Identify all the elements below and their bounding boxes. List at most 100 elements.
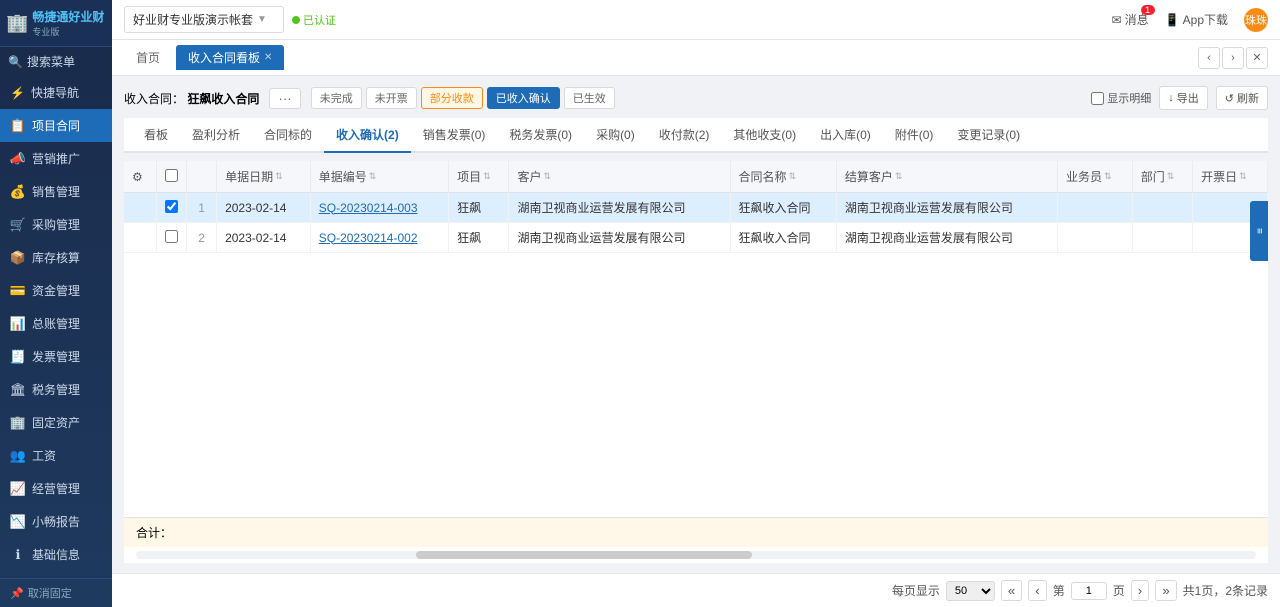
- logo-sub-text: 专业版: [32, 25, 104, 38]
- sort-project-icon[interactable]: ⇅: [483, 171, 491, 182]
- status-partial-button[interactable]: 部分收款: [421, 87, 483, 109]
- sidebar-bottom[interactable]: 📌 取消固定: [0, 578, 112, 607]
- table-row[interactable]: 22023-02-14SQ-20230214-002狂飙湖南卫视商业运营发展有限…: [124, 223, 1268, 253]
- th-project[interactable]: 项目⇅: [449, 161, 509, 193]
- sidebar-item-fixed-assets[interactable]: 🏢 固定资产: [0, 406, 112, 439]
- status-buttons: 未完成未开票部分收款已收入确认已生效: [311, 87, 615, 109]
- first-page-button[interactable]: «: [1001, 580, 1022, 601]
- col-dept-label: 部门: [1141, 168, 1165, 185]
- message-button[interactable]: ✉ 1 消息: [1112, 11, 1149, 28]
- sidebar-item-marketing[interactable]: 📣 营销推广: [0, 142, 112, 175]
- select-all-checkbox[interactable]: [165, 169, 178, 182]
- show-detail-check[interactable]: 显示明细: [1091, 90, 1151, 106]
- company-select[interactable]: 好业财专业版演示帐套 ▼: [124, 6, 284, 33]
- col-date-label: 单据日期: [225, 168, 273, 185]
- sidebar-item-labor[interactable]: 👥 工资: [0, 439, 112, 472]
- inventory-label: 库存核算: [32, 249, 80, 266]
- sidebar-item-general[interactable]: 📊 总账管理: [0, 307, 112, 340]
- th-dept[interactable]: 部门⇅: [1132, 161, 1192, 193]
- sub-tab-income-confirm[interactable]: 收入确认(2): [324, 118, 411, 153]
- right-float-button[interactable]: ≡: [1250, 201, 1268, 261]
- export-button[interactable]: ↓ 导出: [1159, 86, 1208, 110]
- sidebar-item-tax[interactable]: 🏛 税务管理: [0, 373, 112, 406]
- th-open_date[interactable]: 开票日⇅: [1193, 161, 1268, 193]
- sort-customer-icon[interactable]: ⇅: [543, 171, 551, 182]
- status-uninvoiced-button[interactable]: 未开票: [366, 87, 417, 109]
- row-customer: 湖南卫视商业运营发展有限公司: [517, 231, 685, 245]
- sidebar-item-operations[interactable]: 📈 经营管理: [0, 472, 112, 505]
- tab-home[interactable]: 首页: [124, 45, 172, 70]
- more-button[interactable]: ···: [269, 88, 300, 109]
- app-download-button[interactable]: 📱 App下载: [1165, 11, 1228, 28]
- show-detail-checkbox[interactable]: [1091, 92, 1104, 105]
- status-effective-button[interactable]: 已生效: [564, 87, 615, 109]
- last-page-button[interactable]: »: [1155, 580, 1176, 601]
- sort-date-icon[interactable]: ⇅: [275, 171, 283, 182]
- th-contract_name[interactable]: 合同名称⇅: [730, 161, 836, 193]
- next-page-button[interactable]: ›: [1131, 580, 1149, 601]
- sort-settle_customer-icon[interactable]: ⇅: [895, 171, 903, 182]
- logo-main-text: 畅捷通好业财: [32, 8, 104, 25]
- row-checkbox[interactable]: [165, 230, 178, 243]
- nav-next-button[interactable]: ›: [1222, 47, 1244, 69]
- contract-header: 收入合同： 狂飙收入合同 ··· 未完成未开票部分收款已收入确认已生效 显示明细…: [124, 86, 1268, 110]
- sidebar-search[interactable]: 🔍 搜索菜单: [0, 47, 112, 76]
- nav-prev-button[interactable]: ‹: [1198, 47, 1220, 69]
- per-page-select[interactable]: 50 100 200: [946, 581, 995, 601]
- tab-income-contract[interactable]: 收入合同看板 ✕: [176, 45, 284, 70]
- sidebar-item-basic-info[interactable]: ℹ 基础信息: [0, 538, 112, 571]
- sidebar-item-invoice[interactable]: 🧾 发票管理: [0, 340, 112, 373]
- sidebar-item-project-contract[interactable]: 📋 项目合同: [0, 109, 112, 142]
- sidebar-item-sales[interactable]: 💰 销售管理: [0, 175, 112, 208]
- status-confirmed-button[interactable]: 已收入确认: [487, 87, 560, 109]
- certified-badge: 已认证: [292, 12, 336, 28]
- sub-tab-change-log[interactable]: 变更记录(0): [945, 118, 1032, 153]
- sidebar-item-inventory[interactable]: 📦 库存核算: [0, 241, 112, 274]
- th-settle_customer[interactable]: 结算客户⇅: [836, 161, 1057, 193]
- sidebar: 🏢 畅捷通好业财 专业版 🔍 搜索菜单 ⚡ 快捷导航 📋 项目合同 📣 营销推广…: [0, 0, 112, 607]
- sub-tab-tax-invoice[interactable]: 税务发票(0): [497, 118, 584, 153]
- sort-dept-icon[interactable]: ⇅: [1167, 171, 1175, 182]
- sub-tab-standard[interactable]: 合同标的: [252, 118, 324, 153]
- tab-close-icon[interactable]: ✕: [264, 52, 272, 63]
- page-input[interactable]: [1071, 582, 1107, 600]
- row-order-no[interactable]: SQ-20230214-003: [319, 201, 418, 215]
- row-checkbox[interactable]: [165, 200, 178, 213]
- sort-salesperson-icon[interactable]: ⇅: [1104, 171, 1112, 182]
- sub-tab-purchase[interactable]: 采购(0): [584, 118, 647, 153]
- sub-tab-warehouse[interactable]: 出入库(0): [808, 118, 883, 153]
- page-label2: 页: [1113, 582, 1125, 599]
- sidebar-item-mini-report[interactable]: 📉 小畅报告: [0, 505, 112, 538]
- refresh-button[interactable]: ↺ 刷新: [1216, 86, 1268, 110]
- sub-tab-other-income[interactable]: 其他收支(0): [721, 118, 808, 153]
- refresh-label: 刷新: [1237, 90, 1259, 106]
- sub-tab-kanban[interactable]: 看板: [132, 118, 180, 153]
- th-salesperson[interactable]: 业务员⇅: [1057, 161, 1132, 193]
- status-incomplete-button[interactable]: 未完成: [311, 87, 362, 109]
- message-icon: ✉: [1112, 13, 1122, 27]
- th-customer[interactable]: 客户⇅: [509, 161, 730, 193]
- sidebar-quick-nav[interactable]: ⚡ 快捷导航: [0, 76, 112, 109]
- table-row[interactable]: 12023-02-14SQ-20230214-003狂飙湖南卫视商业运营发展有限…: [124, 193, 1268, 223]
- sub-tab-attachment[interactable]: 附件(0): [883, 118, 946, 153]
- user-avatar[interactable]: 珠珠: [1244, 8, 1268, 32]
- prev-page-button[interactable]: ‹: [1028, 580, 1046, 601]
- sort-contract_name-icon[interactable]: ⇅: [789, 171, 797, 182]
- table-scroll[interactable]: ⚙单据日期⇅单据编号⇅项目⇅客户⇅合同名称⇅结算客户⇅业务员⇅部门⇅开票日⇅ 1…: [124, 161, 1268, 517]
- sidebar-item-purchase[interactable]: 🛒 采购管理: [0, 208, 112, 241]
- sort-order_no-icon[interactable]: ⇅: [369, 171, 377, 182]
- th-order_no[interactable]: 单据编号⇅: [310, 161, 448, 193]
- main-content: 好业财专业版演示帐套 ▼ 已认证 ✉ 1 消息 📱 App下载 珠珠: [112, 0, 1280, 607]
- th-date[interactable]: 单据日期⇅: [217, 161, 311, 193]
- labor-icon: 👥: [10, 448, 26, 464]
- nav-controls: ‹ › ✕: [1198, 47, 1268, 69]
- sub-tab-sales-invoice[interactable]: 销售发票(0): [411, 118, 498, 153]
- sort-open_date-icon[interactable]: ⇅: [1239, 171, 1247, 182]
- row-order-no[interactable]: SQ-20230214-002: [319, 231, 418, 245]
- tab-home-label: 首页: [136, 49, 160, 66]
- sub-tab-payment[interactable]: 收付款(2): [647, 118, 722, 153]
- settings-icon[interactable]: ⚙: [132, 170, 143, 184]
- sidebar-item-fund[interactable]: 💳 资金管理: [0, 274, 112, 307]
- sub-tab-profit[interactable]: 盈利分析: [180, 118, 252, 153]
- nav-close-button[interactable]: ✕: [1246, 47, 1268, 69]
